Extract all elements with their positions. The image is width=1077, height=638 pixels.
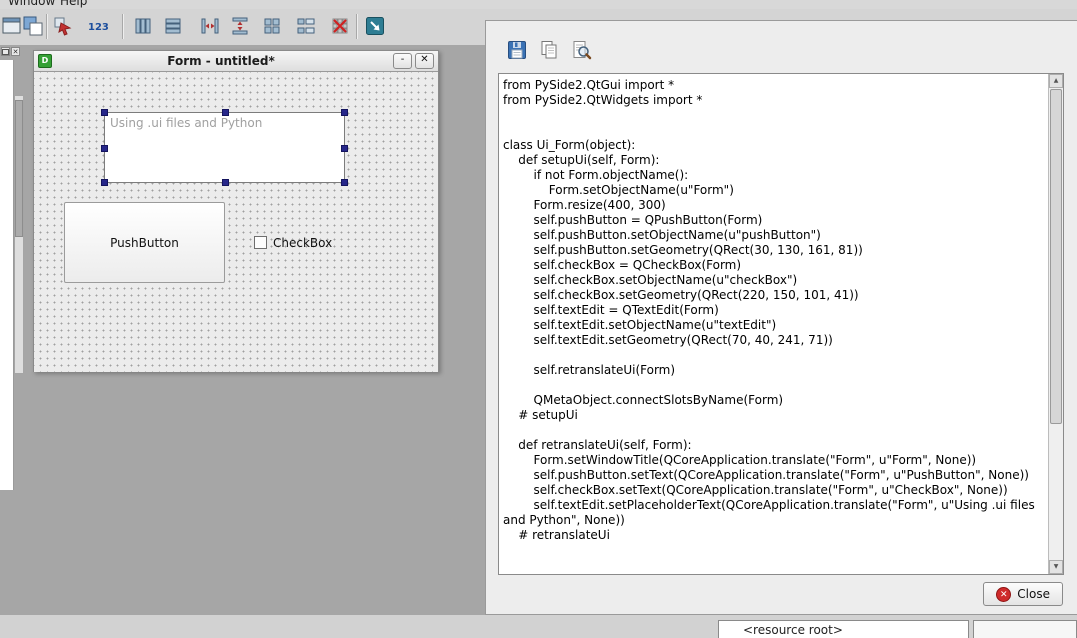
code-line: self.textEdit.setPlaceholderText(QCoreAp… — [503, 498, 1046, 513]
checkbox-label: CheckBox — [273, 236, 332, 250]
break-layout-icon[interactable] — [327, 13, 353, 39]
selection-handle[interactable] — [101, 145, 108, 152]
selection-handle[interactable] — [101, 109, 108, 116]
layout-grid-icon[interactable] — [259, 13, 285, 39]
close-button-label: Close — [1017, 587, 1050, 601]
form-window-icon: D — [38, 54, 52, 68]
code-line: Form.setObjectName(u"Form") — [503, 183, 1046, 198]
code-line: def setupUi(self, Form): — [503, 153, 1046, 168]
splitter-horizontal-icon[interactable] — [197, 13, 223, 39]
menu-help[interactable]: Help — [60, 0, 87, 8]
checkbox-widget[interactable]: CheckBox — [254, 222, 355, 263]
code-line: def retranslateUi(self, Form): — [503, 438, 1046, 453]
find-icon[interactable] — [568, 37, 594, 63]
selection-handle[interactable] — [341, 179, 348, 186]
qt-designer-screen: Window Help 123 — [0, 0, 1077, 638]
toolbar-separator — [46, 14, 48, 39]
code-line: from PySide2.QtGui import * — [503, 78, 1046, 93]
splitter-vertical-icon[interactable] — [227, 13, 253, 39]
selection-handle[interactable] — [101, 179, 108, 186]
menu-window[interactable]: Window — [8, 0, 55, 8]
code-line — [503, 378, 1046, 393]
minimize-button[interactable]: - — [393, 53, 412, 69]
adjust-size-icon[interactable] — [362, 13, 388, 39]
code-line: # setupUi — [503, 408, 1046, 423]
code-line: and Python", None)) — [503, 513, 1046, 528]
panel-fragment — [973, 620, 1077, 638]
code-line: Form.resize(400, 300) — [503, 198, 1046, 213]
code-line: self.textEdit = QTextEdit(Form) — [503, 303, 1046, 318]
edit-widgets-icon[interactable] — [50, 13, 76, 39]
pushbutton-widget[interactable]: PushButton — [64, 202, 225, 283]
code-text: from PySide2.QtGui import *from PySide2.… — [499, 74, 1048, 574]
left-scrollbar-thumb[interactable] — [15, 100, 23, 237]
code-line: self.pushButton.setGeometry(QRect(30, 13… — [503, 243, 1046, 258]
code-line: self.textEdit.setObjectName(u"textEdit") — [503, 318, 1046, 333]
layout-horizontal-icon[interactable] — [130, 13, 156, 39]
scroll-up-icon[interactable]: ▲ — [1049, 74, 1063, 88]
code-view[interactable]: from PySide2.QtGui import *from PySide2.… — [498, 73, 1064, 575]
selection-handle[interactable] — [222, 109, 229, 116]
checkbox-indicator[interactable] — [254, 236, 267, 249]
code-line: class Ui_Form(object): — [503, 138, 1046, 153]
scroll-down-icon[interactable]: ▼ — [1049, 560, 1063, 574]
left-scrollbar[interactable] — [14, 95, 24, 374]
form-window-title: Form - untitled* — [52, 54, 390, 68]
form-window: D Form - untitled* - ✕ Using .ui files a… — [33, 50, 439, 372]
resource-root-item[interactable]: <resource root> — [719, 621, 968, 637]
code-line: self.checkBox = QCheckBox(Form) — [503, 258, 1046, 273]
code-line: self.checkBox.setText(QCoreApplication.t… — [503, 483, 1046, 498]
toolbar-separator — [356, 14, 358, 39]
textedit-placeholder: Using .ui files and Python — [105, 113, 344, 133]
toolbar-separator — [122, 14, 124, 39]
resource-browser-panel: <resource root> — [718, 620, 969, 638]
selection-handle[interactable] — [341, 109, 348, 116]
code-line: self.textEdit.setGeometry(QRect(70, 40, … — [503, 333, 1046, 348]
layout-form-icon[interactable] — [293, 13, 319, 39]
code-scrollbar-thumb[interactable] — [1050, 89, 1062, 424]
code-line — [503, 123, 1046, 138]
code-line — [503, 108, 1046, 123]
close-circle-icon: ✕ — [996, 587, 1011, 602]
close-button[interactable]: ✕ Close — [983, 582, 1063, 606]
selection-handle[interactable] — [222, 179, 229, 186]
code-line: # retranslateUi — [503, 528, 1046, 543]
selection-handle[interactable] — [341, 145, 348, 152]
float-box-shape — [2, 49, 9, 55]
code-line: self.retranslateUi(Form) — [503, 363, 1046, 378]
textedit-widget[interactable]: Using .ui files and Python — [104, 112, 345, 183]
form-titlebar[interactable]: D Form - untitled* - ✕ — [34, 51, 438, 72]
code-line — [503, 348, 1046, 363]
code-line: QMetaObject.connectSlotsByName(Form) — [503, 393, 1046, 408]
copy-icon[interactable] — [536, 37, 562, 63]
widget-box-panel-fragment — [0, 60, 14, 490]
layout-vertical-icon[interactable] — [160, 13, 186, 39]
menubar: Window Help — [0, 0, 1077, 9]
dock-close-icon[interactable]: ✕ — [11, 47, 20, 56]
code-line — [503, 423, 1046, 438]
svg-text:123: 123 — [88, 22, 108, 33]
code-scrollbar[interactable]: ▲ ▼ — [1048, 74, 1063, 574]
dock-float-icon[interactable] — [1, 47, 10, 56]
close-window-button[interactable]: ✕ — [415, 53, 434, 69]
code-line: self.pushButton.setText(QCoreApplication… — [503, 468, 1046, 483]
new-form-icon[interactable] — [20, 13, 46, 39]
code-line: from PySide2.QtWidgets import * — [503, 93, 1046, 108]
code-line: self.checkBox.setObjectName(u"checkBox") — [503, 273, 1046, 288]
code-line: self.pushButton = QPushButton(Form) — [503, 213, 1046, 228]
save-icon[interactable] — [504, 37, 530, 63]
form-canvas[interactable]: Using .ui files and Python PushButton Ch… — [34, 72, 438, 372]
code-line: self.pushButton.setObjectName(u"pushButt… — [503, 228, 1046, 243]
code-line: self.checkBox.setGeometry(QRect(220, 150… — [503, 288, 1046, 303]
code-line: if not Form.objectName(): — [503, 168, 1046, 183]
edit-tab-order-icon[interactable]: 123 — [84, 13, 110, 39]
code-line: Form.setWindowTitle(QCoreApplication.tra… — [503, 453, 1046, 468]
code-preview-dialog: from PySide2.QtGui import *from PySide2.… — [485, 20, 1077, 615]
